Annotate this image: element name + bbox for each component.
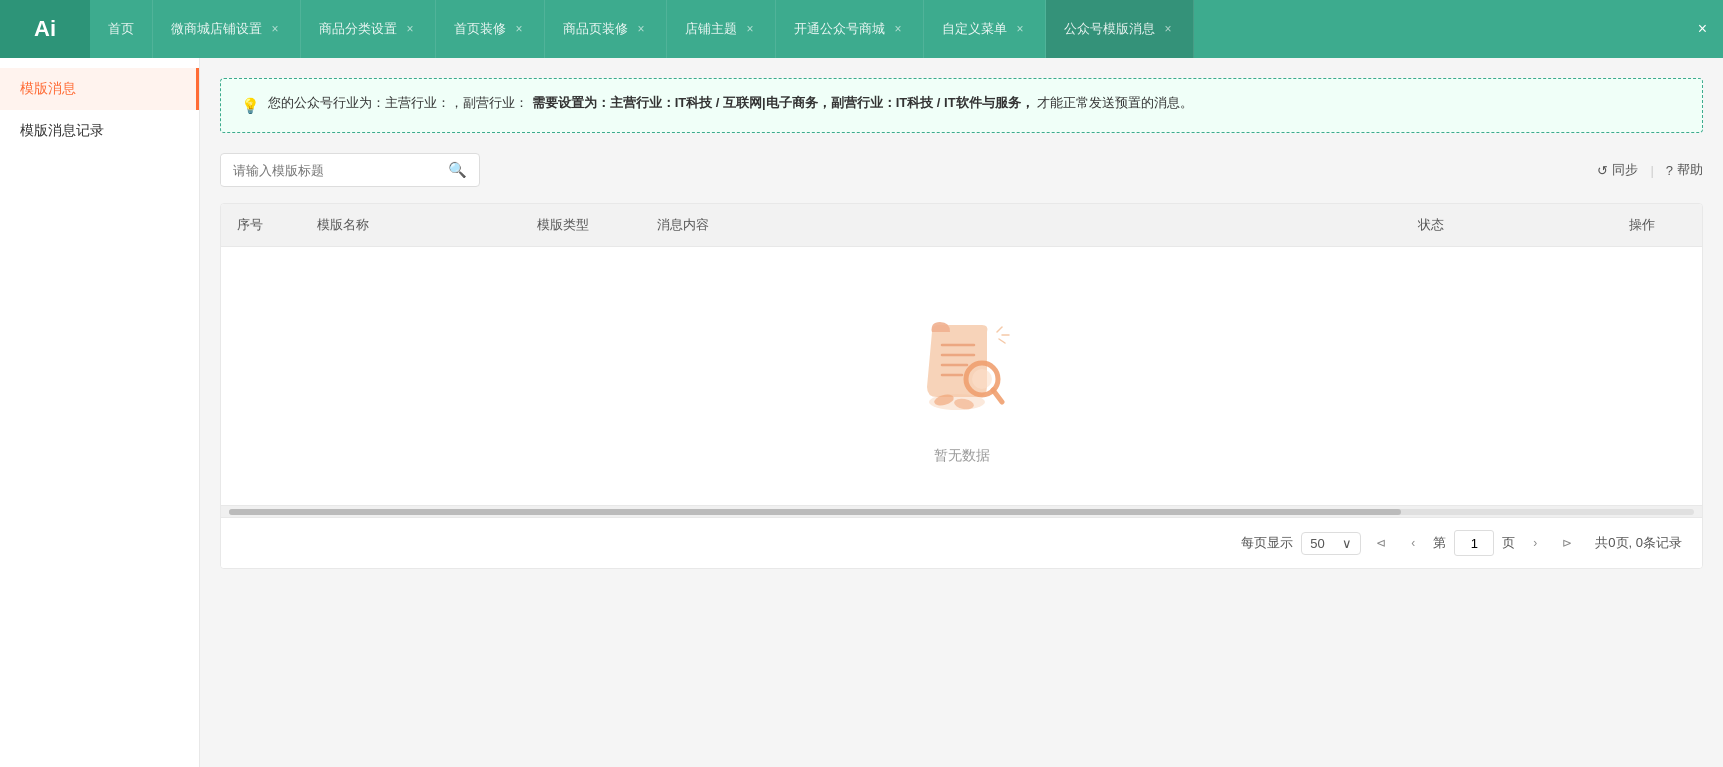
th-status: 状态	[1402, 204, 1582, 246]
th-type: 模版类型	[521, 204, 641, 246]
pagination: 每页显示 50 ∨ ⊲ ‹ 第 页 › ⊳ 共0页, 0条记录	[221, 517, 1702, 568]
empty-icon	[902, 307, 1022, 427]
nav-tab-label: 开通公众号商城	[794, 20, 885, 38]
logo-text: Ai	[34, 16, 56, 42]
svg-line-12	[999, 339, 1005, 343]
next-page-button[interactable]: ›	[1523, 531, 1547, 555]
page-suffix: 页	[1502, 534, 1515, 552]
nav-tabs: 首页微商城店铺设置×商品分类设置×首页装修×商品页装修×店铺主题×开通公众号商城…	[90, 0, 1682, 58]
help-button[interactable]: ? 帮助	[1666, 161, 1703, 179]
help-icon: ?	[1666, 163, 1673, 178]
notice-suffix: 才能正常发送预置的消息。	[1037, 95, 1193, 110]
th-content: 消息内容	[641, 204, 1402, 246]
nav-tab-micro-shop[interactable]: 微商城店铺设置 ×	[153, 0, 301, 58]
notice-icon: 💡	[241, 94, 260, 118]
svg-line-7	[993, 390, 1002, 402]
page-size-value: 50	[1310, 536, 1324, 551]
empty-state: 暂无数据	[221, 247, 1702, 505]
sync-label: 同步	[1612, 161, 1638, 179]
toolbar-right: ↺ 同步 | ? 帮助	[1597, 161, 1703, 179]
nav-tab-label: 店铺主题	[685, 20, 737, 38]
page-size-label: 每页显示	[1241, 534, 1293, 552]
nav-tab-label: 自定义菜单	[942, 20, 1007, 38]
divider: |	[1650, 163, 1653, 178]
sidebar: 模版消息模版消息记录	[0, 58, 200, 767]
notice-banner: 💡 您的公众号行业为：主营行业：，副营行业： 需要设置为：主营行业：IT科技 /…	[220, 78, 1703, 133]
main-layout: 模版消息模版消息记录 💡 您的公众号行业为：主营行业：，副营行业： 需要设置为：…	[0, 58, 1723, 767]
nav-tab-home[interactable]: 首页	[90, 0, 153, 58]
nav-tab-template-msg[interactable]: 公众号模版消息 ×	[1046, 0, 1194, 58]
page-summary: 共0页, 0条记录	[1595, 534, 1682, 552]
svg-line-10	[997, 327, 1002, 332]
content-area: 💡 您的公众号行业为：主营行业：，副营行业： 需要设置为：主营行业：IT科技 /…	[200, 58, 1723, 767]
search-bar: 🔍 ↺ 同步 | ? 帮助	[220, 153, 1703, 187]
nav-tab-label: 微商城店铺设置	[171, 20, 262, 38]
nav-tab-product-category[interactable]: 商品分类设置 ×	[301, 0, 436, 58]
sync-icon: ↺	[1597, 163, 1608, 178]
page-number-input[interactable]	[1454, 530, 1494, 556]
first-page-button[interactable]: ⊲	[1369, 531, 1393, 555]
page-size-chevron: ∨	[1342, 536, 1352, 551]
scrollbar-thumb[interactable]	[229, 509, 1401, 515]
nav-tab-close[interactable]: ×	[1013, 22, 1027, 36]
notice-highlight: 需要设置为：主营行业：IT科技 / 互联网|电子商务，副营行业：IT科技 / I…	[532, 95, 1034, 110]
notice-text: 您的公众号行业为：主营行业：，副营行业： 需要设置为：主营行业：IT科技 / 互…	[268, 93, 1193, 114]
nav-tab-close[interactable]: ×	[634, 22, 648, 36]
nav-tab-shop-theme[interactable]: 店铺主题 ×	[667, 0, 776, 58]
nav-tab-close[interactable]: ×	[891, 22, 905, 36]
nav-tab-label: 首页装修	[454, 20, 506, 38]
last-page-button[interactable]: ⊳	[1555, 531, 1579, 555]
search-input-wrapper[interactable]: 🔍	[220, 153, 480, 187]
search-input[interactable]	[221, 156, 436, 185]
nav-tab-close[interactable]: ×	[1161, 22, 1175, 36]
nav-tab-open-mall[interactable]: 开通公众号商城 ×	[776, 0, 924, 58]
svg-point-6	[972, 369, 992, 389]
nav-tab-close[interactable]: ×	[403, 22, 417, 36]
sidebar-item-template-msg[interactable]: 模版消息	[0, 68, 199, 110]
th-seq: 序号	[221, 204, 301, 246]
page-label: 第	[1433, 534, 1446, 552]
nav-tab-label: 首页	[108, 20, 134, 38]
help-label: 帮助	[1677, 161, 1703, 179]
search-button[interactable]: 🔍	[436, 154, 479, 186]
prev-page-button[interactable]: ‹	[1401, 531, 1425, 555]
empty-text: 暂无数据	[934, 447, 990, 465]
nav-tab-home-decorate[interactable]: 首页装修 ×	[436, 0, 545, 58]
table-header: 序号 模版名称 模版类型 消息内容 状态 操作	[221, 204, 1702, 247]
table-wrapper: 序号 模版名称 模版类型 消息内容 状态 操作	[220, 203, 1703, 569]
nav-tab-label: 商品分类设置	[319, 20, 397, 38]
close-all-button[interactable]: ×	[1682, 20, 1723, 38]
nav-tab-label: 商品页装修	[563, 20, 628, 38]
notice-prefix: 您的公众号行业为：主营行业：，副营行业：	[268, 95, 528, 110]
scrollbar-area[interactable]	[221, 505, 1702, 517]
sidebar-item-template-msg-record[interactable]: 模版消息记录	[0, 110, 199, 152]
logo: Ai	[0, 0, 90, 58]
th-action: 操作	[1582, 204, 1702, 246]
page-size-select[interactable]: 50 ∨	[1301, 532, 1361, 555]
nav-tab-close[interactable]: ×	[743, 22, 757, 36]
sync-button[interactable]: ↺ 同步	[1597, 161, 1638, 179]
top-nav: Ai 首页微商城店铺设置×商品分类设置×首页装修×商品页装修×店铺主题×开通公众…	[0, 0, 1723, 58]
nav-tab-close[interactable]: ×	[268, 22, 282, 36]
scrollbar-track[interactable]	[229, 509, 1694, 515]
nav-tab-label: 公众号模版消息	[1064, 20, 1155, 38]
th-name: 模版名称	[301, 204, 521, 246]
nav-tab-product-decorate[interactable]: 商品页装修 ×	[545, 0, 667, 58]
nav-tab-close[interactable]: ×	[512, 22, 526, 36]
empty-illustration	[902, 307, 1022, 427]
nav-tab-custom-menu[interactable]: 自定义菜单 ×	[924, 0, 1046, 58]
